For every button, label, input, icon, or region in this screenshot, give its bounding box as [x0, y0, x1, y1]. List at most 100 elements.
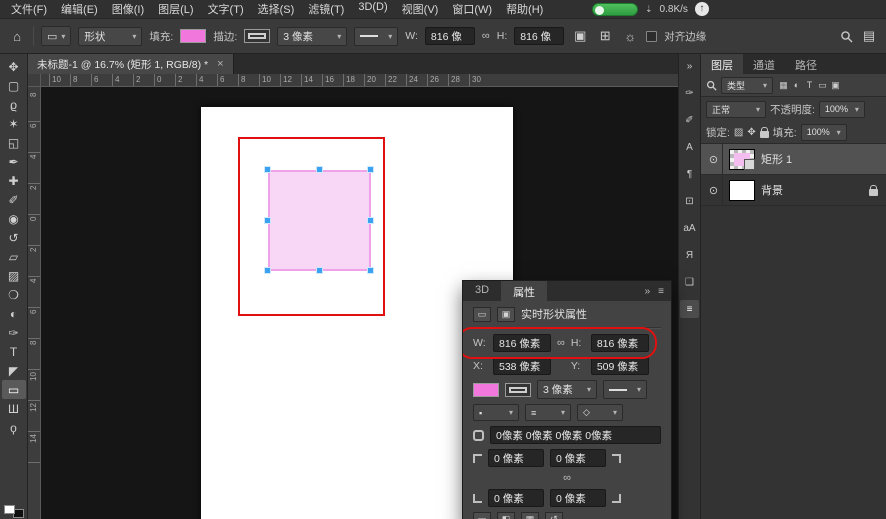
path-operations-icon[interactable]: ▣ — [571, 27, 589, 45]
horizontal-ruler[interactable]: 108642024681012141618202224262830 — [41, 74, 678, 87]
menu-item[interactable]: 3D(D) — [351, 0, 394, 19]
mask-properties-icon[interactable]: ▣ — [497, 307, 515, 322]
hand-tool[interactable]: Ш — [2, 399, 26, 418]
search-icon[interactable] — [840, 30, 853, 43]
3d-panel-icon[interactable]: ❑ — [680, 273, 699, 291]
menu-item[interactable]: 窗口(W) — [445, 0, 499, 19]
shape-properties-icon[interactable]: ▭ — [473, 307, 491, 322]
dodge-tool[interactable]: ◐ — [2, 304, 26, 323]
sync-status-badge[interactable] — [592, 3, 638, 16]
healing-brush-tool[interactable]: ✚ — [2, 171, 26, 190]
brush-presets-icon[interactable]: ✐ — [680, 111, 699, 129]
clone-stamp-tool[interactable]: ◉ — [2, 209, 26, 228]
brush-tool[interactable]: ✐ — [2, 190, 26, 209]
move-tool[interactable]: ✥ — [2, 57, 26, 76]
shape-y-input[interactable]: 509 像素 — [591, 357, 649, 375]
align-edges-checkbox[interactable] — [646, 31, 657, 42]
prop-action-3-icon[interactable]: ▦ — [521, 512, 539, 519]
layer-thumbnail[interactable] — [729, 149, 755, 170]
radius-top-left-input[interactable]: 0 像素 — [488, 449, 544, 467]
filter-kind-select[interactable]: 类型 ▾ — [721, 77, 773, 94]
blur-tool[interactable]: ❍ — [2, 285, 26, 304]
brush-settings-icon[interactable]: ✑ — [680, 84, 699, 102]
prop-action-2-icon[interactable]: ◧ — [497, 512, 515, 519]
stroke-caps-select[interactable]: ≡ ▾ — [525, 404, 571, 421]
menu-item[interactable]: 图像(I) — [105, 0, 151, 19]
pen-tool[interactable]: ✑ — [2, 323, 26, 342]
clone-source-icon[interactable]: ⊡ — [680, 192, 699, 210]
stroke-type-select[interactable]: ▾ — [354, 27, 398, 46]
layer-row-rectangle[interactable]: ⊙ 矩形 1 — [701, 144, 886, 175]
vertical-ruler[interactable]: 864202468101214 — [28, 87, 41, 519]
tab-properties[interactable]: 属性 — [501, 281, 547, 301]
shape-x-input[interactable]: 538 像素 — [493, 357, 551, 375]
home-icon[interactable]: ⌂ — [8, 27, 26, 45]
update-icon[interactable]: ↑ — [695, 2, 709, 16]
panel-menu-icon[interactable]: ≡ — [658, 286, 664, 297]
radius-bottom-left-input[interactable]: 0 像素 — [488, 489, 544, 507]
filter-shape-icon[interactable]: ▭ — [816, 78, 829, 92]
stroke-align-select[interactable]: ▪ ▾ — [473, 404, 519, 421]
filter-type-icon[interactable]: T — [803, 78, 816, 92]
shape-height-input[interactable]: 816 像素 — [591, 334, 649, 352]
crop-tool[interactable]: ◱ — [2, 133, 26, 152]
width-input[interactable]: 816 像 — [425, 27, 475, 45]
properties-panel-icon[interactable]: ≡ — [680, 300, 699, 318]
path-select-tool[interactable]: ◤ — [2, 361, 26, 380]
fill-color-swatch[interactable] — [180, 29, 206, 43]
shape-fill-swatch[interactable] — [473, 383, 499, 397]
shape-stroke-type-select[interactable]: ▾ — [603, 380, 647, 399]
shape-stroke-swatch[interactable] — [505, 383, 531, 397]
menu-item[interactable]: 编辑(E) — [54, 0, 105, 19]
type-tool[interactable]: T — [2, 342, 26, 361]
filter-adjustment-icon[interactable]: ◐ — [790, 78, 803, 92]
rectangle-tool[interactable]: ▭ — [2, 380, 26, 399]
foreground-color-swatch[interactable] — [4, 505, 15, 514]
lasso-tool[interactable]: ϱ — [2, 95, 26, 114]
link-wh-icon[interactable]: ∞ — [557, 337, 565, 349]
lock-position-icon[interactable]: ✥ — [747, 127, 755, 138]
filter-image-icon[interactable]: ▦ — [777, 78, 790, 92]
lock-transparent-icon[interactable]: ▨ — [734, 127, 743, 138]
quick-select-tool[interactable]: ✶ — [2, 114, 26, 133]
glyphs-panel-icon[interactable]: Я — [680, 246, 699, 264]
collapse-panel-icon[interactable]: » — [645, 286, 651, 297]
lock-all-icon[interactable] — [760, 131, 769, 138]
close-icon[interactable]: × — [217, 58, 223, 70]
gradient-tool[interactable]: ▨ — [2, 266, 26, 285]
marquee-tool[interactable]: ▢ — [2, 76, 26, 95]
eraser-tool[interactable]: ▱ — [2, 247, 26, 266]
paragraph-panel-icon[interactable]: ¶ — [680, 165, 699, 183]
link-dimensions-icon[interactable]: ∞ — [482, 30, 490, 42]
menu-item[interactable]: 选择(S) — [251, 0, 302, 19]
zoom-tool[interactable]: ϙ — [2, 418, 26, 437]
menu-item[interactable]: 文字(T) — [201, 0, 251, 19]
ruler-corner[interactable] — [28, 74, 41, 87]
layer-row-background[interactable]: ⊙ 背景 — [701, 175, 886, 206]
stroke-color-swatch[interactable] — [244, 29, 270, 43]
menu-item[interactable]: 滤镜(T) — [301, 0, 351, 19]
visibility-eye-icon[interactable]: ⊙ — [705, 175, 723, 205]
tool-preset-dropdown[interactable]: ▭ ▾ — [41, 26, 71, 46]
stroke-width-select[interactable]: 3 像素 ▾ — [277, 27, 347, 46]
panel-tab[interactable]: 路径 — [785, 54, 827, 74]
menu-item[interactable]: 视图(V) — [395, 0, 446, 19]
blend-mode-select[interactable]: 正常 ▾ — [706, 101, 766, 118]
link-radius-icon[interactable]: ∞ — [563, 472, 571, 484]
eyedropper-tool[interactable]: ✒ — [2, 152, 26, 171]
menu-item[interactable]: 文件(F) — [4, 0, 54, 19]
visibility-eye-icon[interactable]: ⊙ — [705, 144, 723, 174]
shape-width-input[interactable]: 816 像素 — [493, 334, 551, 352]
height-input[interactable]: 816 像 — [514, 27, 564, 45]
corner-radius-all-input[interactable]: 0像素 0像素 0像素 0像素 — [490, 426, 661, 444]
gear-icon[interactable]: ☼ — [621, 27, 639, 45]
path-alignment-icon[interactable]: ⊞ — [596, 27, 614, 45]
layer-name[interactable]: 背景 — [761, 182, 783, 198]
document-tab[interactable]: 未标题-1 @ 16.7% (矩形 1, RGB/8) * × — [28, 54, 234, 74]
layer-thumbnail[interactable] — [729, 180, 755, 201]
menu-item[interactable]: 图层(L) — [151, 0, 200, 19]
history-brush-tool[interactable]: ↺ — [2, 228, 26, 247]
stroke-corners-select[interactable]: ◇ ▾ — [577, 404, 623, 421]
prop-action-4-icon[interactable]: ↺ — [545, 512, 563, 519]
radius-top-right-input[interactable]: 0 像素 — [550, 449, 606, 467]
